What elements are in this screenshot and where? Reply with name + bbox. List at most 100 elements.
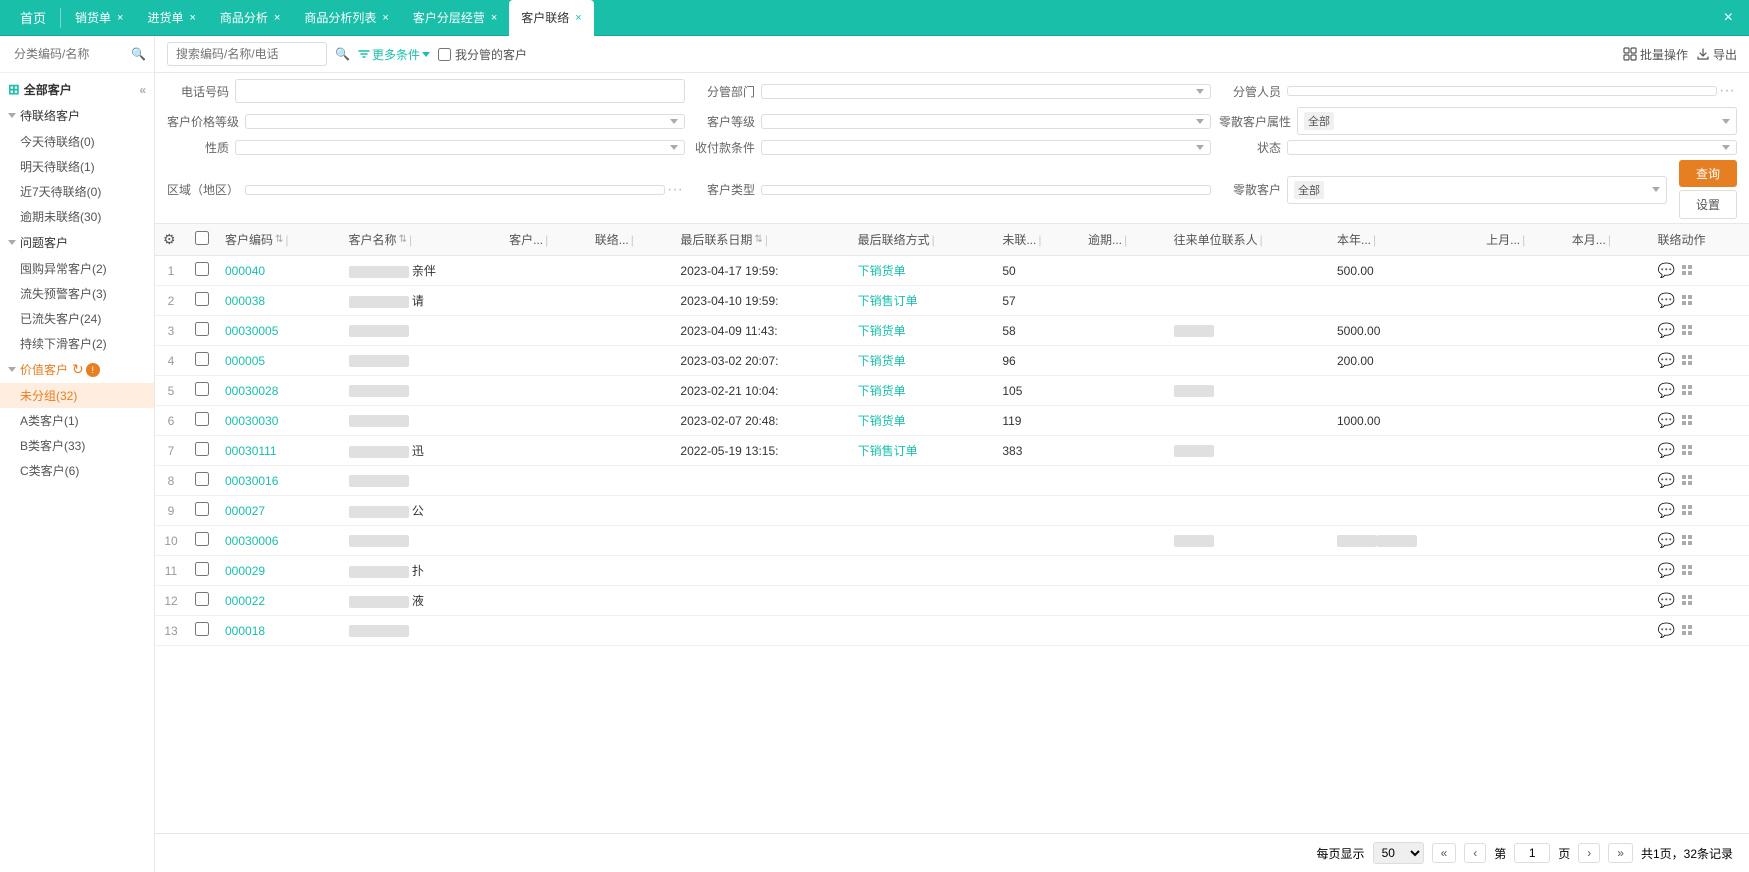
sidebar-item-class-a[interactable]: A类客户(1) bbox=[0, 408, 154, 433]
contact-type-link[interactable]: 下销货单 bbox=[858, 414, 906, 428]
batch-op-button[interactable]: 批量操作 bbox=[1623, 46, 1688, 63]
chat-icon[interactable]: 💬 bbox=[1657, 532, 1674, 549]
contact-type-link[interactable]: 下销货单 bbox=[858, 384, 906, 398]
grid-action-icon[interactable] bbox=[1681, 593, 1693, 609]
row-checkbox-7[interactable] bbox=[195, 472, 209, 486]
sidebar-item-ungroup[interactable]: 未分组(32) bbox=[0, 383, 154, 408]
sidebar-search-icon[interactable]: 🔍 bbox=[131, 47, 146, 61]
grid-action-icon[interactable] bbox=[1681, 503, 1693, 519]
sidebar-item-7day-pending[interactable]: 近7天待联络(0) bbox=[0, 179, 154, 204]
customer-code-link[interactable]: 000005 bbox=[225, 354, 265, 368]
prev-page-button[interactable]: ‹ bbox=[1464, 843, 1486, 863]
filter-retail-attr-select[interactable]: 全部 bbox=[1297, 107, 1737, 135]
contact-type-link[interactable]: 下销货单 bbox=[858, 264, 906, 278]
filter-region-dots[interactable]: ··· bbox=[665, 181, 685, 199]
nav-tab-purchase[interactable]: 进货单 × bbox=[135, 0, 207, 36]
filter-region-select[interactable] bbox=[245, 185, 665, 195]
nav-home-tab[interactable]: 首页 bbox=[8, 8, 58, 27]
query-button[interactable]: 查询 bbox=[1679, 160, 1737, 187]
cell-check[interactable] bbox=[187, 526, 217, 556]
row-checkbox-4[interactable] bbox=[195, 382, 209, 396]
filter-price-level-select[interactable] bbox=[245, 114, 685, 129]
grid-action-icon[interactable] bbox=[1681, 293, 1693, 309]
select-all-checkbox[interactable] bbox=[195, 231, 209, 245]
contact-type-link[interactable]: 下销货单 bbox=[858, 324, 906, 338]
row-checkbox-9[interactable] bbox=[195, 532, 209, 546]
page-input[interactable] bbox=[1514, 843, 1550, 863]
close-purchase-tab[interactable]: × bbox=[189, 12, 195, 24]
sidebar-item-tomorrow-pending[interactable]: 明天待联络(1) bbox=[0, 154, 154, 179]
customer-code-link[interactable]: 00030111 bbox=[225, 444, 277, 458]
sidebar-item-churn-warning[interactable]: 流失预警客户(3) bbox=[0, 281, 154, 306]
filter-search-input[interactable] bbox=[167, 42, 327, 66]
sidebar-search-input[interactable] bbox=[8, 44, 127, 64]
last-page-button[interactable]: » bbox=[1608, 843, 1633, 863]
row-checkbox-0[interactable] bbox=[195, 262, 209, 276]
filter-cust-type-select[interactable] bbox=[761, 185, 1211, 195]
customer-code-link[interactable]: 000038 bbox=[225, 294, 265, 308]
chat-icon[interactable]: 💬 bbox=[1657, 292, 1674, 309]
grid-action-icon[interactable] bbox=[1681, 533, 1693, 549]
cell-check[interactable] bbox=[187, 616, 217, 646]
export-button[interactable]: 导出 bbox=[1696, 46, 1737, 63]
grid-action-icon[interactable] bbox=[1681, 473, 1693, 489]
col-handle-type[interactable]: | bbox=[545, 233, 548, 247]
customer-code-link[interactable]: 000040 bbox=[225, 264, 265, 278]
cell-check[interactable] bbox=[187, 256, 217, 286]
nav-tab-customer-segment[interactable]: 客户分层经营 × bbox=[401, 0, 509, 36]
nav-tab-sales[interactable]: 销货单 × bbox=[63, 0, 135, 36]
grid-action-icon[interactable] bbox=[1681, 323, 1693, 339]
close-analysis-tab[interactable]: × bbox=[274, 12, 280, 24]
col-handle-last-type[interactable]: | bbox=[932, 233, 935, 247]
all-customers-collapse[interactable]: « bbox=[139, 83, 146, 97]
cell-check[interactable] bbox=[187, 496, 217, 526]
grid-action-icon[interactable] bbox=[1681, 413, 1693, 429]
nav-tab-customer-contact[interactable]: 客户联络 × bbox=[509, 0, 593, 36]
filter-search-button[interactable]: 🔍 bbox=[335, 47, 350, 61]
customer-code-link[interactable]: 00030016 bbox=[225, 474, 278, 488]
col-handle-code[interactable]: | bbox=[285, 233, 288, 247]
chat-icon[interactable]: 💬 bbox=[1657, 412, 1674, 429]
filter-person-select[interactable] bbox=[1287, 86, 1717, 96]
customer-code-link[interactable]: 000022 bbox=[225, 594, 265, 608]
per-page-select[interactable]: 50 100 200 bbox=[1373, 842, 1424, 864]
sidebar-item-overdue-pending[interactable]: 逾期未联络(30) bbox=[0, 204, 154, 229]
grid-action-icon[interactable] bbox=[1681, 623, 1693, 639]
col-handle-name[interactable]: | bbox=[409, 233, 412, 247]
close-customer-segment-tab[interactable]: × bbox=[491, 12, 497, 24]
row-checkbox-11[interactable] bbox=[195, 592, 209, 606]
pending-section-header[interactable]: 待联络客户 bbox=[0, 102, 154, 129]
sort-name-icon[interactable]: ⇅ bbox=[399, 234, 407, 245]
sort-code-icon[interactable]: ⇅ bbox=[275, 234, 283, 245]
cell-check[interactable] bbox=[187, 436, 217, 466]
filter-person-dots[interactable]: ··· bbox=[1717, 82, 1737, 100]
my-customers-checkbox[interactable]: 我分管的客户 bbox=[438, 46, 527, 63]
row-checkbox-12[interactable] bbox=[195, 622, 209, 636]
cell-check[interactable] bbox=[187, 406, 217, 436]
nav-close-all[interactable]: × bbox=[1716, 9, 1741, 27]
cell-check[interactable] bbox=[187, 466, 217, 496]
chat-icon[interactable]: 💬 bbox=[1657, 562, 1674, 579]
col-handle-uncontacted[interactable]: | bbox=[1038, 233, 1041, 247]
cell-check[interactable] bbox=[187, 586, 217, 616]
row-checkbox-1[interactable] bbox=[195, 292, 209, 306]
problem-section-header[interactable]: 问题客户 bbox=[0, 229, 154, 256]
cell-check[interactable] bbox=[187, 286, 217, 316]
sidebar-item-class-c[interactable]: C类客户(6) bbox=[0, 458, 154, 483]
close-sales-tab[interactable]: × bbox=[117, 12, 123, 24]
filter-payment-select[interactable] bbox=[761, 140, 1211, 155]
customer-code-link[interactable]: 000018 bbox=[225, 624, 265, 638]
customer-code-link[interactable]: 00030030 bbox=[225, 414, 278, 428]
filter-dept-select[interactable] bbox=[761, 84, 1211, 99]
chat-icon[interactable]: 💬 bbox=[1657, 622, 1674, 639]
sort-date-icon[interactable]: ⇅ bbox=[754, 234, 762, 245]
chat-icon[interactable]: 💬 bbox=[1657, 472, 1674, 489]
close-customer-contact-tab[interactable]: × bbox=[575, 12, 581, 24]
col-handle-last-month[interactable]: | bbox=[1522, 233, 1525, 247]
row-checkbox-2[interactable] bbox=[195, 322, 209, 336]
value-refresh-icon[interactable]: ↻ bbox=[72, 361, 84, 378]
filter-cust-level-select[interactable] bbox=[761, 114, 1211, 129]
grid-action-icon[interactable] bbox=[1681, 383, 1693, 399]
reset-button[interactable]: 设置 bbox=[1679, 190, 1737, 219]
th-settings[interactable]: ⚙ bbox=[155, 224, 187, 256]
